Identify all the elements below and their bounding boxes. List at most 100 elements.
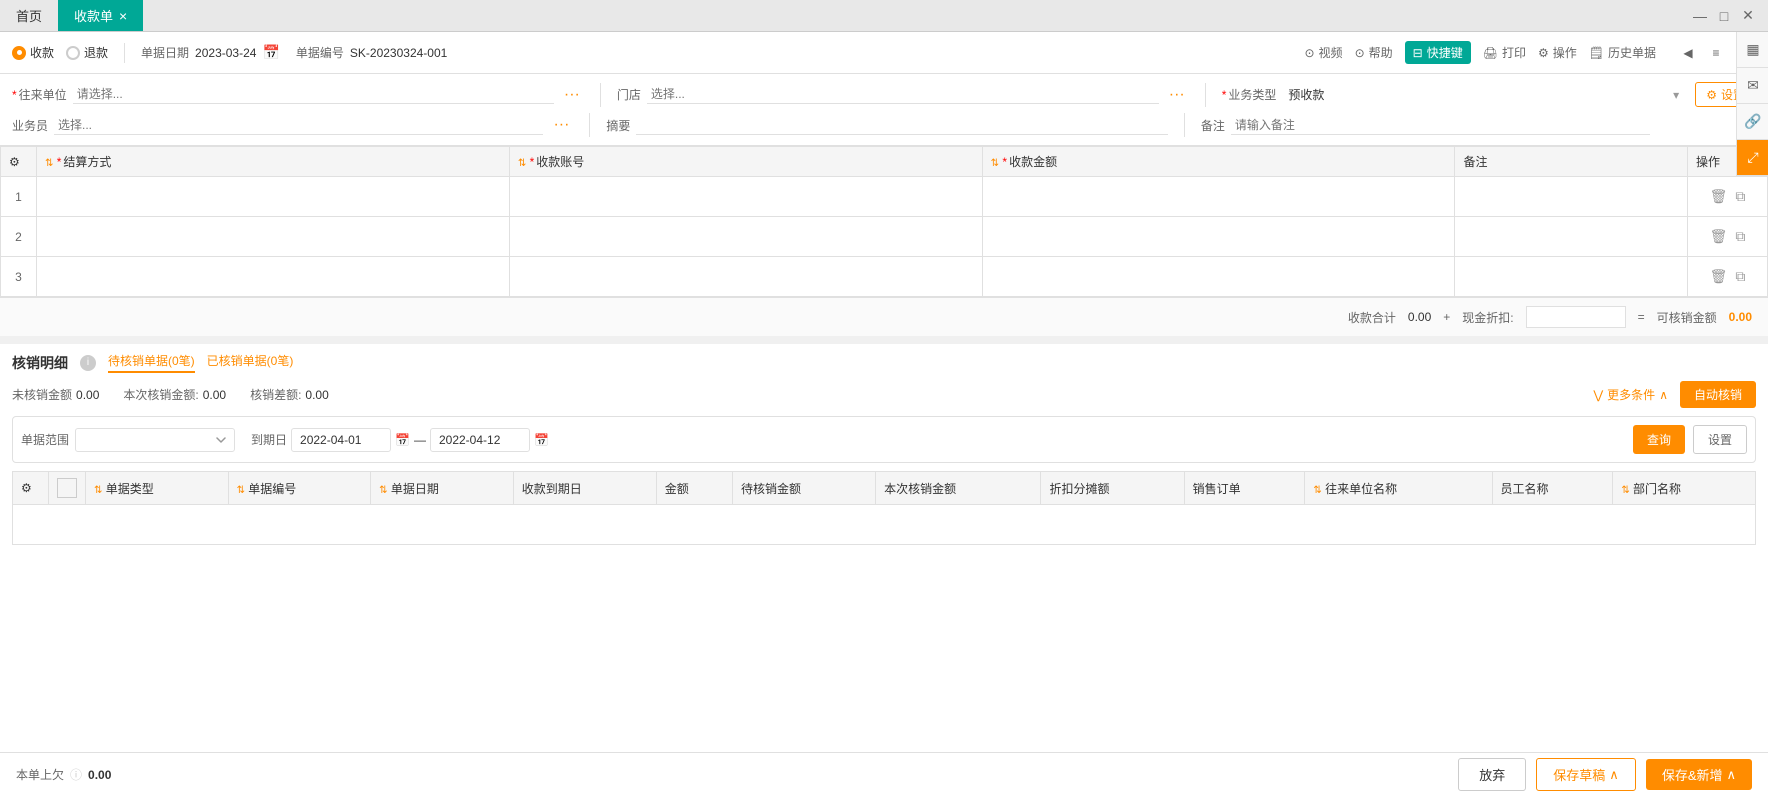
memo-label: 摘要 xyxy=(606,117,630,134)
bth-checkbox[interactable] xyxy=(49,472,86,505)
save-new-button[interactable]: 保存&新增 ∧ xyxy=(1646,759,1752,790)
row1-amount[interactable] xyxy=(982,177,1455,217)
shortcut-btn[interactable]: ⊟ 快捷键 xyxy=(1405,41,1471,64)
auto-recon-button[interactable]: 自动核销 xyxy=(1680,381,1756,408)
help-btn[interactable]: ⊙ 帮助 xyxy=(1355,44,1393,61)
tab-close-icon[interactable]: × xyxy=(119,8,127,24)
row1-account[interactable] xyxy=(509,177,982,217)
this-time-stat: 本次核销金额: 0.00 xyxy=(123,386,226,403)
cal-icon-from[interactable]: 📅 xyxy=(395,433,410,447)
main-container: 收款 退款 单据日期 2023-03-24 📅 单据编号 SK-20230324… xyxy=(0,32,1768,796)
calendar-icon[interactable]: 📅 xyxy=(262,44,279,61)
row-num-3: 3 xyxy=(1,257,37,297)
row2-delete-icon[interactable]: 🗑 xyxy=(1710,228,1728,245)
counterpart-more-icon[interactable]: ··· xyxy=(560,86,584,104)
close-button[interactable]: ✕ xyxy=(1740,8,1756,24)
row3-account[interactable] xyxy=(509,257,982,297)
range-select[interactable] xyxy=(75,428,235,452)
biz-type-dropdown-icon[interactable]: ▾ xyxy=(1673,88,1679,102)
recon-tab-pending[interactable]: 待核销单据(0笔) xyxy=(108,352,195,373)
biz-type-value: 预收款 xyxy=(1282,86,1667,103)
radio-shoukuan[interactable]: 收款 xyxy=(12,44,54,61)
gear-icon: ⚙ xyxy=(9,155,20,169)
row3-amount[interactable] xyxy=(982,257,1455,297)
cal-icon-to[interactable]: 📅 xyxy=(534,433,549,447)
row1-delete-icon[interactable]: 🗑 xyxy=(1710,188,1728,205)
minimize-button[interactable]: — xyxy=(1692,8,1708,24)
video-btn[interactable]: ⊙ 视频 xyxy=(1304,44,1342,61)
radio-tuikuan[interactable]: 退款 xyxy=(66,44,108,61)
row3-delete-icon[interactable]: 🗑 xyxy=(1710,268,1728,285)
view-prev-icon[interactable]: ◀ xyxy=(1676,41,1700,65)
recon-tab-done[interactable]: 已核销单据(0笔) xyxy=(207,352,294,373)
net-label: 可核销金额 xyxy=(1657,309,1717,326)
memo-input[interactable] xyxy=(636,116,1167,135)
remark-input[interactable] xyxy=(1231,116,1650,135)
history-btn[interactable]: 🗒 历史单据 xyxy=(1589,44,1656,61)
collection-total-label: 收款合计 xyxy=(1348,309,1396,326)
tab-home[interactable]: 首页 xyxy=(0,0,58,31)
footer-right: 放弃 保存草稿 ∧ 保存&新增 ∧ xyxy=(1458,758,1752,791)
th-settings[interactable]: ⚙ xyxy=(1,147,37,177)
per-page-info-icon[interactable]: ⓘ xyxy=(70,766,82,783)
per-page-label: 本单上欠 xyxy=(16,766,64,783)
sidebar-expand-icon[interactable]: ⤢ xyxy=(1737,140,1768,176)
abandon-button[interactable]: 放弃 xyxy=(1458,758,1526,791)
staff-more-icon[interactable]: ··· xyxy=(549,116,573,134)
radio-tuikuan-dot xyxy=(66,46,80,60)
row3-copy-icon[interactable]: ⧉ xyxy=(1735,268,1745,285)
tab-bar: 首页 收款单 × — □ ✕ xyxy=(0,0,1768,32)
recon-info-icon[interactable]: i xyxy=(80,355,96,371)
counterpart-input[interactable] xyxy=(73,85,554,104)
bth-settings[interactable]: ⚙ xyxy=(13,472,49,505)
store-label: 门店 xyxy=(617,86,641,103)
shortcut-icon: ⊟ xyxy=(1413,46,1423,60)
due-date-to[interactable] xyxy=(430,428,530,452)
unchecked-stat: 未核销金额 0.00 xyxy=(12,386,99,403)
view-list-icon[interactable]: ≡ xyxy=(1704,41,1728,65)
row2-account[interactable] xyxy=(509,217,982,257)
store-more-icon[interactable]: ··· xyxy=(1165,86,1189,104)
window-controls: — □ ✕ xyxy=(1692,8,1768,24)
row1-remark[interactable] xyxy=(1455,177,1688,217)
sidebar-table-icon[interactable]: ▦ xyxy=(1737,32,1768,68)
section-divider xyxy=(0,336,1768,344)
sidebar-attach-icon[interactable]: 🔗 xyxy=(1737,104,1768,140)
store-input[interactable] xyxy=(647,85,1159,104)
row2-amount[interactable] xyxy=(982,217,1455,257)
row2-copy-icon[interactable]: ⧉ xyxy=(1735,228,1745,245)
remark-label: 备注 xyxy=(1201,117,1225,134)
row2-settlement[interactable] xyxy=(37,217,510,257)
row1-settlement[interactable] xyxy=(37,177,510,217)
diff-stat: 核销差额: 0.00 xyxy=(250,386,329,403)
select-all-checkbox[interactable] xyxy=(57,478,77,498)
operations-btn[interactable]: ⚙ 操作 xyxy=(1538,44,1577,61)
tab-active[interactable]: 收款单 × xyxy=(58,0,143,31)
more-conditions-btn[interactable]: ⋁ 更多条件 ∧ xyxy=(1593,386,1668,403)
print-btn[interactable]: 🖨 打印 xyxy=(1483,44,1526,61)
th-settlement: ⇅ *结算方式 xyxy=(37,147,510,177)
video-icon: ⊙ xyxy=(1304,46,1314,60)
draft-chevron-icon: ∧ xyxy=(1609,767,1619,783)
counterpart-field: *往来单位 ··· xyxy=(12,85,584,104)
filter-settings-button[interactable]: 设置 xyxy=(1693,425,1747,454)
row2-remark[interactable] xyxy=(1455,217,1688,257)
footer: 本单上欠 ⓘ 0.00 放弃 保存草稿 ∧ 保存&新增 ∧ xyxy=(0,752,1768,796)
save-draft-button[interactable]: 保存草稿 ∧ xyxy=(1536,758,1636,791)
due-date-from[interactable] xyxy=(291,428,391,452)
row3-settlement[interactable] xyxy=(37,257,510,297)
range-field: 单据范围 xyxy=(21,428,235,452)
bottom-table-header-row: ⚙ ⇅ 单据类型 ⇅ 单据编号 ⇅ 单据日期 收款到期日 金额 待核销金额 本次… xyxy=(13,472,1756,505)
maximize-button[interactable]: □ xyxy=(1716,8,1732,24)
row3-remark[interactable] xyxy=(1455,257,1688,297)
bth-amount: 金额 xyxy=(656,472,732,505)
query-button[interactable]: 查询 xyxy=(1633,425,1685,454)
staff-input[interactable] xyxy=(54,116,543,135)
sidebar-email-icon[interactable]: ✉ xyxy=(1737,68,1768,104)
form-row-1: *往来单位 ··· 门店 ··· *业务类型 预收款 ▾ ⚙ 设置 xyxy=(12,82,1756,107)
bth-this-time-amount: 本次核销金额 xyxy=(876,472,1041,505)
bottom-gear-icon: ⚙ xyxy=(21,481,32,495)
discount-input[interactable] xyxy=(1526,306,1626,328)
history-icon: 🗒 xyxy=(1589,46,1604,60)
row1-copy-icon[interactable]: ⧉ xyxy=(1735,188,1745,205)
